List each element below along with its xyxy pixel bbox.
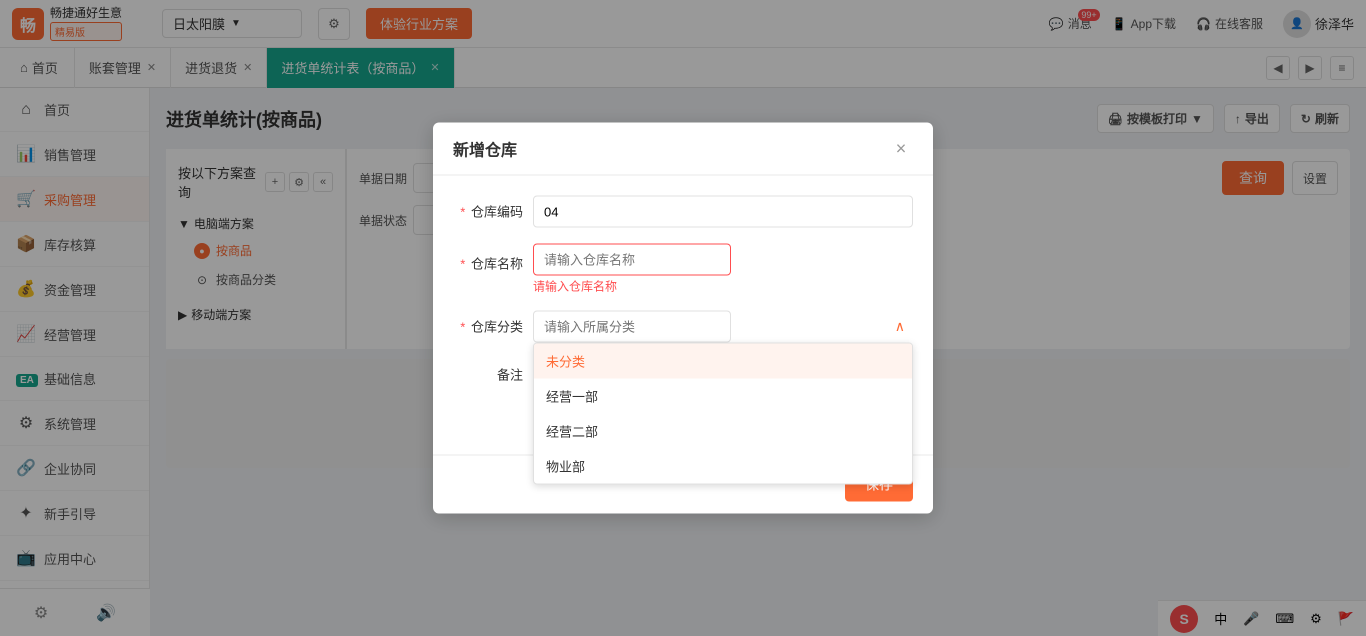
- modal-close-button[interactable]: ×: [889, 137, 913, 161]
- dropdown-item-unclassified[interactable]: 未分类: [534, 344, 912, 379]
- warehouse-code-label: * 仓库编码: [453, 196, 533, 221]
- warehouse-code-input[interactable]: [533, 196, 913, 228]
- warehouse-name-label: * 仓库名称: [453, 247, 533, 272]
- category-arrow-icon[interactable]: ∧: [895, 318, 905, 335]
- warehouse-name-error: 请输入仓库名称: [453, 278, 617, 295]
- category-dropdown: 未分类 经营一部 经营二部 物业部: [533, 343, 913, 485]
- warehouse-category-label: * 仓库分类: [453, 311, 533, 336]
- warehouse-category-input[interactable]: [533, 311, 731, 343]
- warehouse-note-label: 备注: [453, 359, 533, 384]
- modal-title: 新增仓库: [453, 137, 517, 161]
- dropdown-item-property[interactable]: 物业部: [534, 449, 912, 484]
- warehouse-category-wrapper: ∧ 未分类 经营一部 经营二部 物业部: [533, 311, 913, 343]
- warehouse-category-row: * 仓库分类 ∧ 未分类 经营一部 经营二部 物业部: [453, 311, 913, 343]
- modal-body: * 仓库编码 * 仓库名称 请输入仓库名称 * 仓库分类: [433, 176, 933, 455]
- warehouse-name-row: * 仓库名称 请输入仓库名称: [453, 244, 913, 295]
- warehouse-code-row: * 仓库编码: [453, 196, 913, 228]
- dropdown-item-dept1[interactable]: 经营一部: [534, 379, 912, 414]
- new-warehouse-modal: 新增仓库 × * 仓库编码 * 仓库名称 请输入仓库名称: [433, 123, 933, 514]
- modal-header: 新增仓库 ×: [433, 123, 933, 176]
- warehouse-name-input[interactable]: [533, 244, 731, 276]
- dropdown-item-dept2[interactable]: 经营二部: [534, 414, 912, 449]
